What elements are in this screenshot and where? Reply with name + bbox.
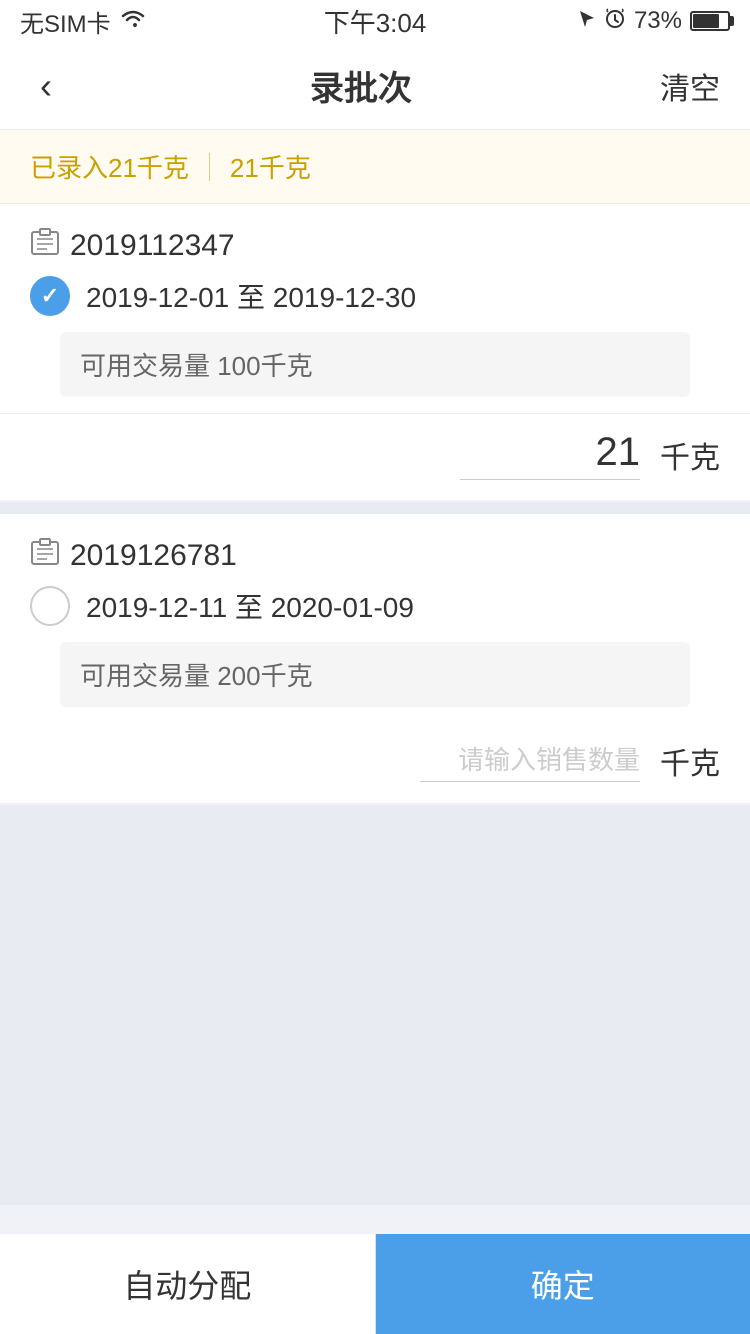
batch2-id-row: 2019126781 [30,538,720,574]
batch2-item: 2019126781 2019-12-11 至 2020-01-09 可用交易量… [0,514,750,707]
info-divider [209,153,210,181]
batch2-input-wrapper: 请输入销售数量 [420,740,640,782]
batch1-date: 2019-12-01 至 2019-12-30 [86,276,416,316]
batch2-date: 2019-12-11 至 2020-01-09 [86,586,414,626]
wifi-icon [119,7,147,36]
batch1-check-icon: ✓ [41,283,59,309]
batch1-quantity-wrapper: 21 [460,430,640,480]
info-recorded-label: 已录入21千克 [30,148,189,185]
status-bar: 无SIM卡 下午3:04 73% [0,0,750,42]
alarm-icon [604,7,626,36]
batch2-unit: 千克 [660,739,720,783]
status-bar-right: 73% [578,7,730,36]
batch2-id: 2019126781 [70,539,237,573]
batch1-unit: 千克 [660,433,720,477]
batch2-radio[interactable] [30,586,70,626]
batch1-id: 2019112347 [70,229,235,263]
batch1-quantity-line [460,479,640,480]
info-banner: 已录入21千克 21千克 [0,130,750,204]
gray-area [0,805,750,1205]
batch1-card: 2019112347 ✓ 2019-12-01 至 2019-12-30 可用交… [0,204,750,500]
batch2-input-row: 请输入销售数量 千克 [0,723,750,803]
batch1-radio[interactable]: ✓ [30,276,70,316]
carrier-text: 无SIM卡 [20,4,111,39]
battery-icon [690,11,730,31]
back-button[interactable]: ‹ [30,55,62,117]
batch2-available: 可用交易量 200千克 [60,642,690,707]
batch1-quantity-value: 21 [596,430,641,475]
nav-bar: ‹ 录批次 清空 [0,42,750,130]
batch2-card: 2019126781 2019-12-11 至 2020-01-09 可用交易量… [0,514,750,803]
batch2-id-icon [30,538,60,574]
clear-button[interactable]: 清空 [660,64,720,108]
batch1-item: 2019112347 ✓ 2019-12-01 至 2019-12-30 可用交… [0,204,750,397]
batch1-available: 可用交易量 100千克 [60,332,690,397]
batch1-id-icon [30,228,60,264]
status-bar-time: 下午3:04 [324,3,427,40]
batch1-id-row: 2019112347 [30,228,720,264]
batch2-date-row[interactable]: 2019-12-11 至 2020-01-09 [30,586,720,626]
battery-percent: 73% [634,7,682,35]
separator1 [0,502,750,514]
status-bar-left: 无SIM卡 [20,4,147,39]
batch2-input-line [420,781,640,782]
info-value: 21千克 [230,148,311,185]
bottom-bar: 自动分配 确定 [0,1234,750,1334]
batch2-input-placeholder[interactable]: 请输入销售数量 [458,740,640,777]
page-title: 录批次 [310,61,412,110]
auto-distribute-button[interactable]: 自动分配 [0,1234,375,1334]
batch1-quantity-row: 21 千克 [0,413,750,500]
batch1-date-row[interactable]: ✓ 2019-12-01 至 2019-12-30 [30,276,720,316]
location-icon [578,7,596,36]
confirm-button[interactable]: 确定 [376,1234,750,1334]
